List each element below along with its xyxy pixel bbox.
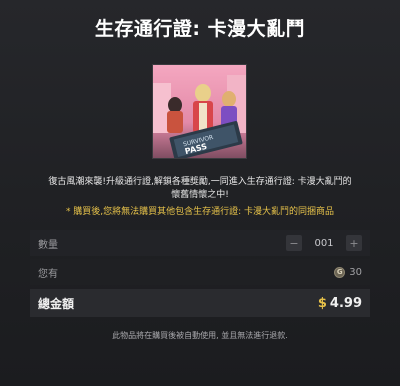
quantity-stepper: − 001 +	[286, 235, 362, 251]
plus-icon[interactable]: +	[346, 235, 362, 251]
pass-description: 復古風潮來襲!升級通行證,解鎖各種獎勵,一同進入生存通行證: 卡漫大亂鬥的 懷舊…	[30, 176, 370, 202]
owned-label: 您有	[38, 268, 58, 280]
survivor-pass-artwork-icon: SURVIVOR PASS	[153, 65, 246, 158]
minus-icon[interactable]: −	[286, 235, 302, 251]
total-price: $ 4.99	[318, 296, 362, 311]
quantity-value: 001	[314, 237, 334, 249]
description-line-1: 復古風潮來襲!升級通行證,解鎖各種獎勵,一同進入生存通行證: 卡漫大亂鬥的	[48, 177, 352, 187]
purchase-warning: * 購買後,您將無法購買其他包含生存通行證: 卡漫大亂鬥的同捆商品	[65, 207, 335, 217]
total-amount: 4.99	[329, 295, 362, 311]
quantity-label: 數量	[38, 239, 58, 251]
g-coin-icon: G	[334, 266, 346, 278]
total-label: 總金額	[38, 296, 75, 311]
total-row: 總金額 $ 4.99	[30, 289, 370, 317]
owned-balance: G 30	[334, 266, 362, 278]
product-image: SURVIVOR PASS	[152, 64, 247, 159]
description-line-2: 懷舊情懷之中!	[171, 190, 229, 200]
refund-note: 此物品將在購買後被自動使用, 並且無法進行退款.	[112, 331, 288, 340]
owned-row: 您有 G 30	[30, 259, 370, 285]
purchase-dialog: 生存通行證: 卡漫大亂鬥 SURVIVOR PASS 復古風潮來襲!升級通行證,…	[0, 0, 400, 386]
quantity-row: 數量 − 001 +	[30, 230, 370, 256]
dialog-title: 生存通行證: 卡漫大亂鬥	[94, 18, 306, 40]
owned-amount: 30	[349, 266, 362, 278]
dollar-icon: $	[317, 295, 327, 311]
